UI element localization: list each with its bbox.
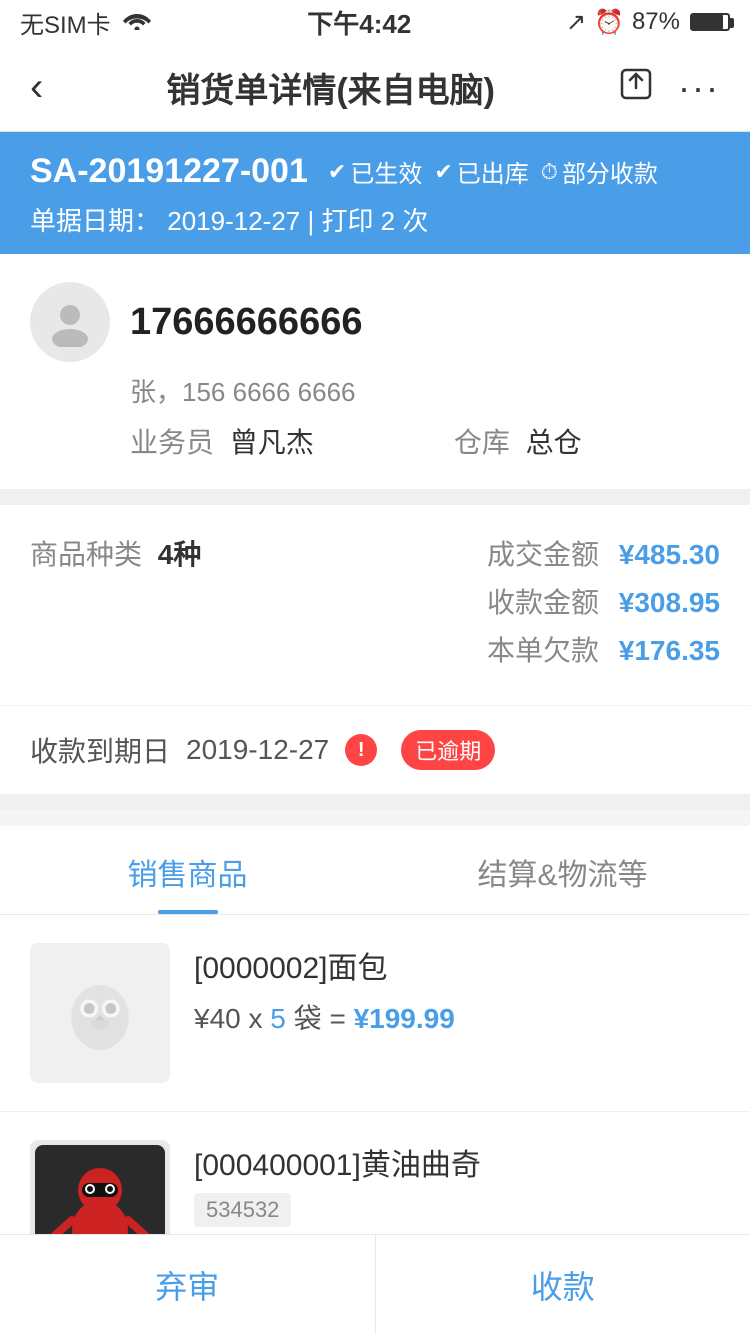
summary-card: 商品种类 4种 成交金额 ¥485.30 收款金额 ¥308.95 本单欠款 ¥…	[0, 505, 750, 705]
collect-button[interactable]: 收款	[376, 1235, 750, 1334]
product-tag-2: 534532	[194, 1193, 291, 1227]
more-icon[interactable]: ···	[678, 67, 720, 109]
status-left: 无SIM卡	[20, 5, 153, 40]
product-thumb-1	[30, 943, 170, 1083]
overdue-badge: 已逾期	[401, 730, 495, 770]
nav-bar: ‹ 销货单详情(来自电脑) ···	[0, 44, 750, 132]
status-right: ↗ ⏰ 87%	[566, 8, 730, 37]
tabs-bar: 销售商品 结算&物流等	[0, 826, 750, 915]
divider-2	[0, 794, 750, 810]
warehouse-info: 仓库 总仓	[454, 421, 582, 461]
share-icon[interactable]	[618, 66, 654, 110]
due-date-label: 收款到期日	[30, 730, 170, 770]
alarm-icon: ⏰	[594, 8, 624, 37]
carrier-text: 无SIM卡	[20, 5, 111, 40]
customer-meta: 业务员 曾凡杰 仓库 总仓	[130, 421, 720, 461]
nav-actions: ···	[618, 66, 720, 110]
list-item: [0000002]面包 ¥40 x 5 袋 = ¥199.99	[0, 915, 750, 1112]
wifi-icon	[121, 8, 153, 37]
customer-phone: 17666666666	[130, 301, 362, 344]
location-icon: ↗	[566, 8, 586, 37]
bottom-bar: 弃审 收款	[0, 1234, 750, 1334]
status-effective: ✔ 已生效	[328, 154, 422, 189]
check-icon: ✔	[328, 159, 346, 185]
divider-1	[0, 489, 750, 505]
avatar	[30, 282, 110, 362]
product-info-1: [0000002]面包 ¥40 x 5 袋 = ¥199.99	[194, 943, 720, 1083]
product-name-2: [000400001]黄油曲奇	[194, 1140, 720, 1184]
due-date-card: 收款到期日 2019-12-27 ! 已逾期	[0, 705, 750, 794]
banner-date: 单据日期： 2019-12-27 | 打印 2 次	[30, 201, 720, 238]
battery-icon	[690, 13, 730, 31]
product-price-1: ¥40 x 5 袋 = ¥199.99	[194, 997, 720, 1037]
battery-percent: 87%	[632, 8, 680, 36]
status-bar: 无SIM卡 下午4:42 ↗ ⏰ 87%	[0, 0, 750, 44]
back-button[interactable]: ‹	[30, 65, 43, 110]
customer-name-phone: 张，156 6666 6666	[130, 372, 720, 409]
order-id: SA-20191227-001	[30, 152, 308, 191]
overdue-icon: !	[345, 734, 377, 766]
tab-products[interactable]: 销售商品	[0, 826, 375, 914]
customer-card: 17666666666 张，156 6666 6666 业务员 曾凡杰 仓库 总…	[0, 254, 750, 489]
amount-row: 成交金额 ¥485.30	[487, 533, 720, 573]
debt-row: 本单欠款 ¥176.35	[487, 629, 720, 669]
page-title: 销货单详情(来自电脑)	[166, 63, 495, 112]
due-date-value: 2019-12-27	[186, 734, 329, 766]
sales-info: 业务员 曾凡杰	[130, 421, 314, 461]
summary-left: 商品种类 4种	[30, 533, 201, 573]
status-time: 下午4:42	[307, 4, 411, 41]
status-shipped: ✔ 已出库	[434, 154, 528, 189]
summary-right: 成交金额 ¥485.30 收款金额 ¥308.95 本单欠款 ¥176.35	[487, 533, 720, 677]
product-name-1: [0000002]面包	[194, 943, 720, 987]
check-icon-2: ✔	[434, 159, 452, 185]
banner-top: SA-20191227-001 ✔ 已生效 ✔ 已出库 ⏱ 部分收款	[30, 152, 720, 191]
collected-row: 收款金额 ¥308.95	[487, 581, 720, 621]
status-partial-payment: ⏱ 部分收款	[541, 154, 658, 189]
cancel-button[interactable]: 弃审	[0, 1235, 376, 1334]
status-tags: ✔ 已生效 ✔ 已出库 ⏱ 部分收款	[328, 154, 658, 189]
customer-row: 17666666666	[30, 282, 720, 362]
tab-settlement[interactable]: 结算&物流等	[375, 826, 750, 914]
header-banner: SA-20191227-001 ✔ 已生效 ✔ 已出库 ⏱ 部分收款 单据日期：…	[0, 132, 750, 254]
clock-icon: ⏱	[541, 159, 558, 185]
